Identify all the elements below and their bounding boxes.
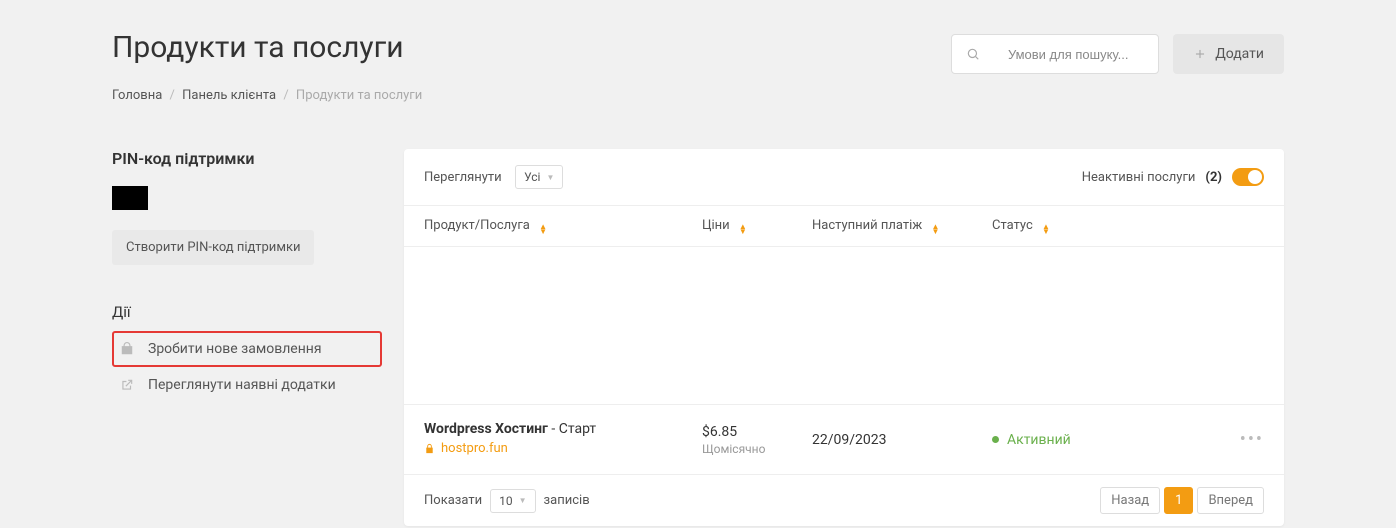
- breadcrumb-sep: /: [170, 88, 175, 103]
- search-icon: [966, 47, 980, 61]
- sidebar-action-label: Зробити нове замовлення: [148, 341, 322, 357]
- show-label: Показати: [424, 493, 482, 508]
- breadcrumb-sep: /: [283, 88, 288, 103]
- chevron-down-icon: ▼: [519, 496, 527, 505]
- chevron-down-icon: ▼: [546, 173, 554, 182]
- sort-icon: ▲▼: [739, 224, 747, 234]
- page-title: Продукти та послуги: [112, 30, 404, 65]
- price-period: Щомісячно: [702, 442, 812, 456]
- page-size-select[interactable]: 10 ▼: [490, 489, 535, 513]
- price-value: $6.85: [702, 424, 812, 440]
- col-header-product-label: Продукт/Послуга: [424, 218, 530, 233]
- col-header-price[interactable]: Ціни ▲▼: [702, 218, 812, 234]
- col-header-product[interactable]: Продукт/Послуга ▲▼: [424, 218, 702, 234]
- breadcrumb-panel[interactable]: Панель клієнта: [182, 88, 276, 103]
- product-domain[interactable]: hostpro.fun: [441, 441, 508, 456]
- sort-icon: ▲▼: [539, 224, 547, 234]
- view-select-value: Усі: [524, 170, 540, 184]
- row-actions-menu[interactable]: •••: [1240, 429, 1264, 450]
- pin-redacted-block: [112, 186, 148, 210]
- plus-icon: [1193, 47, 1207, 61]
- view-label: Переглянути: [424, 170, 502, 185]
- breadcrumb-home[interactable]: Головна: [112, 88, 162, 103]
- add-button-label: Додати: [1215, 46, 1264, 62]
- records-label: записів: [544, 493, 590, 508]
- lock-icon: [424, 443, 435, 454]
- search-input[interactable]: [980, 47, 1156, 62]
- breadcrumb: Головна / Панель клієнта / Продукти та п…: [112, 88, 1284, 103]
- sidebar-action-view-addons[interactable]: Переглянути наявні додатки: [112, 367, 382, 403]
- toggle-knob: [1248, 170, 1262, 184]
- status-dot-icon: [992, 436, 999, 443]
- col-header-status[interactable]: Статус ▲▼: [992, 218, 1132, 234]
- breadcrumb-current: Продукти та послуги: [296, 88, 422, 103]
- table-row[interactable]: Wordpress Хостинг - Старт hostpro.fun $6…: [404, 405, 1284, 475]
- sort-icon: ▲▼: [1042, 224, 1050, 234]
- status-badge: Активний: [992, 432, 1071, 448]
- table-empty-area: [404, 247, 1284, 405]
- product-variant: - Старт: [548, 421, 596, 437]
- col-header-status-label: Статус: [992, 218, 1033, 233]
- pager-prev[interactable]: Назад: [1100, 487, 1160, 514]
- status-label: Активний: [1007, 432, 1071, 448]
- col-header-next-label: Наступний платіж: [812, 218, 922, 233]
- search-box[interactable]: [951, 34, 1159, 74]
- main-panel: Переглянути Усі ▼ Неактивні послуги (2): [404, 149, 1284, 526]
- col-header-price-label: Ціни: [702, 218, 730, 233]
- pager-next[interactable]: Вперед: [1197, 487, 1264, 514]
- inactive-services-toggle[interactable]: [1232, 168, 1264, 186]
- table-header: Продукт/Послуга ▲▼ Ціни ▲▼ Наступний пла…: [404, 206, 1284, 247]
- external-icon: [120, 378, 136, 392]
- view-select[interactable]: Усі ▼: [515, 165, 563, 189]
- pagination: Назад 1 Вперед: [1100, 487, 1264, 514]
- sidebar-action-new-order[interactable]: Зробити нове замовлення: [112, 331, 382, 367]
- inactive-services-count: (2): [1205, 170, 1222, 185]
- product-title: Wordpress Хостинг - Старт: [424, 421, 702, 437]
- add-button[interactable]: Додати: [1173, 34, 1284, 74]
- pager-page-1[interactable]: 1: [1164, 487, 1193, 514]
- create-pin-button[interactable]: Створити PIN-код підтримки: [112, 230, 314, 265]
- next-payment-date: 22/09/2023: [812, 432, 992, 448]
- sidebar-action-label: Переглянути наявні додатки: [148, 377, 336, 393]
- pin-heading: PIN-код підтримки: [112, 149, 382, 168]
- bag-icon: [120, 342, 136, 356]
- page-size-value: 10: [499, 494, 513, 508]
- col-header-next[interactable]: Наступний платіж ▲▼: [812, 218, 992, 234]
- sort-icon: ▲▼: [931, 224, 939, 234]
- product-name: Wordpress Хостинг: [424, 421, 548, 437]
- inactive-services-label: Неактивні послуги: [1082, 170, 1196, 185]
- actions-heading: Дії: [112, 303, 382, 321]
